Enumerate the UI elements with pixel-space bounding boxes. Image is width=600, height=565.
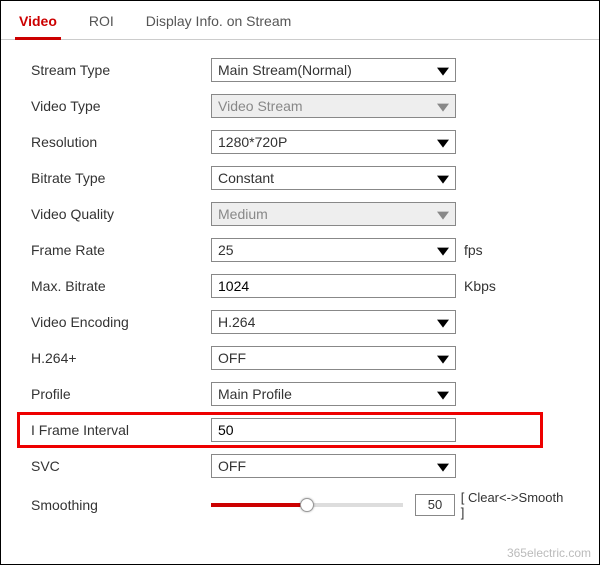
row-video-type: Video Type Video Stream xyxy=(31,94,569,118)
label-video-encoding: Video Encoding xyxy=(31,314,211,330)
row-profile: Profile Main Profile xyxy=(31,382,569,406)
label-resolution: Resolution xyxy=(31,134,211,150)
video-type-value: Video Stream xyxy=(218,98,303,114)
smoothing-value[interactable]: 50 xyxy=(415,494,454,516)
label-frame-rate: Frame Rate xyxy=(31,242,211,258)
profile-value: Main Profile xyxy=(218,386,292,402)
smoothing-legend: [ Clear<->Smooth ] xyxy=(461,490,569,520)
label-max-bitrate: Max. Bitrate xyxy=(31,278,211,294)
svc-select[interactable]: OFF xyxy=(211,454,456,478)
video-encoding-select[interactable]: H.264 xyxy=(211,310,456,334)
stream-type-value: Main Stream(Normal) xyxy=(218,62,352,78)
resolution-select[interactable]: 1280*720P xyxy=(211,130,456,154)
iframe-interval-input[interactable] xyxy=(211,418,456,442)
video-type-select: Video Stream xyxy=(211,94,456,118)
label-profile: Profile xyxy=(31,386,211,402)
profile-select[interactable]: Main Profile xyxy=(211,382,456,406)
chevron-down-icon xyxy=(437,176,449,184)
video-settings-form: Stream Type Main Stream(Normal) Video Ty… xyxy=(1,40,599,544)
row-stream-type: Stream Type Main Stream(Normal) xyxy=(31,58,569,82)
frame-rate-unit: fps xyxy=(464,242,483,258)
max-bitrate-input[interactable] xyxy=(211,274,456,298)
row-svc: SVC OFF xyxy=(31,454,569,478)
row-bitrate-type: Bitrate Type Constant xyxy=(31,166,569,190)
tab-video[interactable]: Video xyxy=(15,9,61,40)
tab-bar: Video ROI Display Info. on Stream xyxy=(1,1,599,40)
watermark: 365electric.com xyxy=(1,544,599,564)
chevron-down-icon xyxy=(437,464,449,472)
chevron-down-icon xyxy=(437,356,449,364)
row-iframe-interval: I Frame Interval xyxy=(31,418,569,442)
label-video-type: Video Type xyxy=(31,98,211,114)
row-frame-rate: Frame Rate 25 fps xyxy=(31,238,569,262)
smoothing-control: 50 [ Clear<->Smooth ] xyxy=(211,490,569,520)
row-max-bitrate: Max. Bitrate Kbps xyxy=(31,274,569,298)
frame-rate-value: 25 xyxy=(218,242,234,258)
h264plus-select[interactable]: OFF xyxy=(211,346,456,370)
chevron-down-icon xyxy=(437,392,449,400)
label-svc: SVC xyxy=(31,458,211,474)
label-smoothing: Smoothing xyxy=(31,497,211,513)
video-quality-value: Medium xyxy=(218,206,268,222)
label-video-quality: Video Quality xyxy=(31,206,211,222)
tab-roi[interactable]: ROI xyxy=(85,9,118,39)
h264plus-value: OFF xyxy=(218,350,246,366)
settings-panel: Video ROI Display Info. on Stream Stream… xyxy=(0,0,600,565)
chevron-down-icon xyxy=(437,248,449,256)
label-stream-type: Stream Type xyxy=(31,62,211,78)
frame-rate-select[interactable]: 25 xyxy=(211,238,456,262)
smoothing-slider[interactable] xyxy=(211,496,403,514)
chevron-down-icon xyxy=(437,212,449,220)
video-encoding-value: H.264 xyxy=(218,314,255,330)
label-iframe-interval: I Frame Interval xyxy=(31,422,211,438)
stream-type-select[interactable]: Main Stream(Normal) xyxy=(211,58,456,82)
slider-fill xyxy=(211,503,307,507)
tab-display-info[interactable]: Display Info. on Stream xyxy=(142,9,296,39)
row-resolution: Resolution 1280*720P xyxy=(31,130,569,154)
bitrate-type-value: Constant xyxy=(218,170,274,186)
chevron-down-icon xyxy=(437,140,449,148)
row-smoothing: Smoothing 50 [ Clear<->Smooth ] xyxy=(31,490,569,520)
max-bitrate-unit: Kbps xyxy=(464,278,496,294)
video-quality-select: Medium xyxy=(211,202,456,226)
row-video-quality: Video Quality Medium xyxy=(31,202,569,226)
row-video-encoding: Video Encoding H.264 xyxy=(31,310,569,334)
chevron-down-icon xyxy=(437,104,449,112)
label-h264plus: H.264+ xyxy=(31,350,211,366)
label-bitrate-type: Bitrate Type xyxy=(31,170,211,186)
row-h264plus: H.264+ OFF xyxy=(31,346,569,370)
chevron-down-icon xyxy=(437,320,449,328)
chevron-down-icon xyxy=(437,68,449,76)
bitrate-type-select[interactable]: Constant xyxy=(211,166,456,190)
slider-thumb[interactable] xyxy=(300,498,314,512)
resolution-value: 1280*720P xyxy=(218,134,287,150)
svc-value: OFF xyxy=(218,458,246,474)
